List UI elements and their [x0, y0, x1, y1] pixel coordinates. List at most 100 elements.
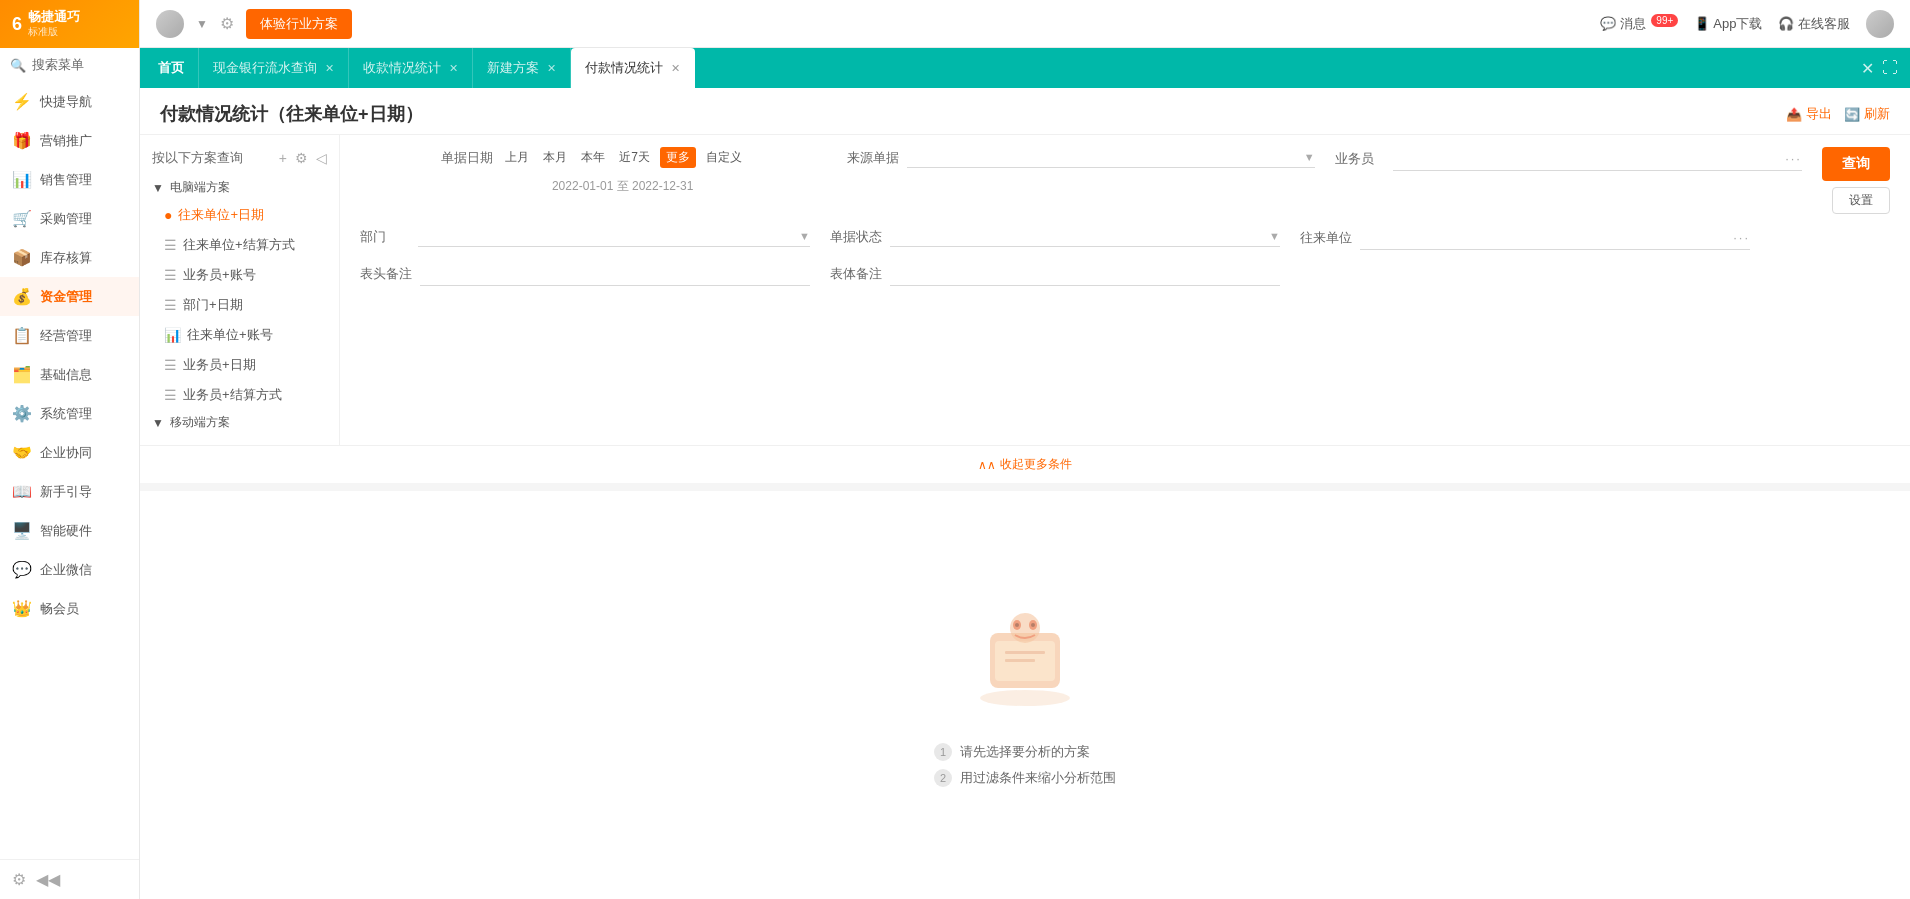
sidebar-item-sales[interactable]: 📊销售管理 — [0, 160, 139, 199]
scheme-header: 按以下方案查询 + ⚙ ◁ — [140, 145, 339, 175]
sidebar-item-marketing[interactable]: 🎁营销推广 — [0, 121, 139, 160]
note-body-label: 表体备注 — [830, 265, 882, 283]
date-tab-自定义[interactable]: 自定义 — [702, 147, 746, 168]
scheme-group[interactable]: ▼电脑端方案 — [140, 175, 339, 200]
source-select[interactable]: ▼ — [907, 147, 1314, 168]
purchase-icon: 🛒 — [12, 209, 32, 228]
staff-more-icon[interactable]: ··· — [1785, 151, 1802, 166]
empty-illustration — [965, 603, 1085, 723]
sidebar-item-smart-hw[interactable]: 🖥️智能硬件 — [0, 511, 139, 550]
service-label: 在线客服 — [1798, 16, 1850, 31]
sidebar-item-new-guide[interactable]: 📖新手引导 — [0, 472, 139, 511]
date-tab-本年[interactable]: 本年 — [577, 147, 609, 168]
scheme-collapse-icon[interactable]: ◁ — [316, 150, 327, 166]
tab-close-icon[interactable]: ✕ — [449, 62, 458, 75]
hint-text-1: 请先选择要分析的方案 — [960, 743, 1090, 761]
date-tab-上月[interactable]: 上月 — [501, 147, 533, 168]
scheme-panel: 按以下方案查询 + ⚙ ◁ ▼电脑端方案●往来单位+日期☰往来单位+结算方式☰业… — [140, 135, 340, 445]
tab-receipt-stat[interactable]: 收款情况统计✕ — [349, 48, 473, 88]
query-button[interactable]: 查询 — [1822, 147, 1890, 181]
scheme-item-staff-account[interactable]: ☰业务员+账号 — [140, 260, 339, 290]
empty-hint-2: 2 用过滤条件来缩小分析范围 — [934, 769, 1116, 787]
scheme-header-icons: + ⚙ ◁ — [279, 150, 327, 166]
expand-icon[interactable]: ⛶ — [1882, 59, 1898, 77]
scheme-item-label: 部门+日期 — [183, 296, 243, 314]
scheme-group[interactable]: ▼移动端方案 — [140, 410, 339, 435]
close-all-icon[interactable]: ✕ — [1861, 59, 1874, 78]
app-download-link[interactable]: 📱 App下载 — [1694, 15, 1762, 33]
settings-icon[interactable]: ⚙ — [12, 870, 26, 889]
search-menu[interactable]: 🔍 搜索菜单 — [0, 48, 139, 82]
note-body-field: 表体备注 — [830, 262, 1280, 286]
scheme-group-arrow-icon: ▼ — [152, 181, 164, 195]
sidebar-item-funds[interactable]: 💰资金管理 — [0, 277, 139, 316]
svg-point-6 — [1015, 623, 1019, 627]
staff-label: 业务员 — [1335, 150, 1385, 168]
quick-nav-icon: ⚡ — [12, 92, 32, 111]
sidebar-item-enterprise-wechat[interactable]: 💬企业微信 — [0, 550, 139, 589]
tab-bank-flow[interactable]: 现金银行流水查询✕ — [199, 48, 349, 88]
empty-hint-1: 1 请先选择要分析的方案 — [934, 743, 1116, 761]
page-title: 付款情况统计（往来单位+日期） — [160, 102, 423, 126]
sidebar-item-enterprise[interactable]: 🤝企业协同 — [0, 433, 139, 472]
sidebar-item-sys-mgmt[interactable]: ⚙️系统管理 — [0, 394, 139, 433]
dept-label: 部门 — [360, 228, 410, 246]
tab-new-scheme[interactable]: 新建方案✕ — [473, 48, 571, 88]
sidebar-item-operations[interactable]: 📋经营管理 — [0, 316, 139, 355]
note-body-input[interactable] — [890, 262, 1280, 286]
sidebar-item-stock[interactable]: 📦库存核算 — [0, 238, 139, 277]
sidebar-item-member[interactable]: 👑畅会员 — [0, 589, 139, 628]
scheme-item-staff-date[interactable]: ☰业务员+日期 — [140, 350, 339, 380]
user-avatar[interactable] — [1866, 10, 1894, 38]
scheme-item-dept-date[interactable]: ☰部门+日期 — [140, 290, 339, 320]
sidebar-item-purchase[interactable]: 🛒采购管理 — [0, 199, 139, 238]
add-scheme-icon[interactable]: + — [279, 150, 287, 166]
try-industry-button[interactable]: 体验行业方案 — [246, 9, 352, 39]
tab-close-icon[interactable]: ✕ — [547, 62, 556, 75]
filter-settings-button[interactable]: 设置 — [1832, 187, 1890, 214]
unit-more-icon[interactable]: ··· — [1733, 230, 1750, 245]
brand-logo: 6 — [12, 14, 22, 35]
enterprise-wechat-icon: 💬 — [12, 560, 32, 579]
sidebar-footer: ⚙ ◀◀ — [0, 859, 139, 899]
tabbar-end: ✕ ⛶ — [1861, 59, 1906, 78]
collapse-bar[interactable]: ∧∧ 收起更多条件 — [140, 445, 1910, 483]
doc-status-select[interactable]: ▼ — [890, 226, 1280, 247]
export-button[interactable]: 📤 导出 — [1786, 105, 1832, 123]
scheme-header-label: 按以下方案查询 — [152, 149, 243, 167]
message-label: 消息 — [1620, 16, 1646, 31]
sidebar-item-label: 库存核算 — [40, 249, 92, 267]
note-head-input[interactable] — [420, 262, 810, 286]
scheme-item-unit-date[interactable]: ●往来单位+日期 — [140, 200, 339, 230]
date-tab-本月[interactable]: 本月 — [539, 147, 571, 168]
sidebar-item-quick-nav[interactable]: ⚡快捷导航 — [0, 82, 139, 121]
tab-payment-stat[interactable]: 付款情况统计 ✕ — [571, 48, 695, 88]
gear-icon[interactable]: ⚙ — [220, 14, 234, 33]
search-label: 搜索菜单 — [32, 56, 84, 74]
message-link[interactable]: 💬 消息 99+ — [1600, 15, 1678, 33]
tab-close-icon[interactable]: ✕ — [671, 62, 680, 75]
filter-form: 单据日期 上月本月本年近7天更多自定义 2022-01-01 至 2022-12… — [340, 135, 1910, 445]
tab-label: 付款情况统计 — [585, 59, 663, 77]
tab-home[interactable]: 首页 — [144, 48, 199, 88]
filter-area: 按以下方案查询 + ⚙ ◁ ▼电脑端方案●往来单位+日期☰往来单位+结算方式☰业… — [140, 135, 1910, 445]
scheme-item-unit-account[interactable]: 📊往来单位+账号 — [140, 320, 339, 350]
scheme-item-staff-settle[interactable]: ☰业务员+结算方式 — [140, 380, 339, 410]
date-tab-近7天[interactable]: 近7天 — [615, 147, 654, 168]
staff-field: 业务员 ··· — [1335, 147, 1802, 171]
scheme-settings-icon[interactable]: ⚙ — [295, 150, 308, 166]
sidebar: 6 畅捷通巧 标准版 🔍 搜索菜单 ⚡快捷导航🎁营销推广📊销售管理🛒采购管理📦库… — [0, 0, 140, 899]
scheme-item-label: 往来单位+结算方式 — [183, 236, 295, 254]
empty-area: 1 请先选择要分析的方案 2 用过滤条件来缩小分析范围 — [140, 491, 1910, 899]
scheme-item-label: 往来单位+账号 — [187, 326, 273, 344]
collapse-sidebar-icon[interactable]: ◀◀ — [36, 870, 60, 889]
scheme-item-unit-settle[interactable]: ☰往来单位+结算方式 — [140, 230, 339, 260]
tab-close-icon[interactable]: ✕ — [325, 62, 334, 75]
tabbar: 首页现金银行流水查询✕收款情况统计✕新建方案✕ 付款情况统计 ✕ ✕ ⛶ — [140, 48, 1910, 88]
app-label: App下载 — [1713, 16, 1762, 31]
refresh-button[interactable]: 🔄 刷新 — [1844, 105, 1890, 123]
date-tab-更多[interactable]: 更多 — [660, 147, 696, 168]
dept-select[interactable]: ▼ — [418, 226, 810, 247]
sidebar-item-base-info[interactable]: 🗂️基础信息 — [0, 355, 139, 394]
online-service-link[interactable]: 🎧 在线客服 — [1778, 15, 1850, 33]
